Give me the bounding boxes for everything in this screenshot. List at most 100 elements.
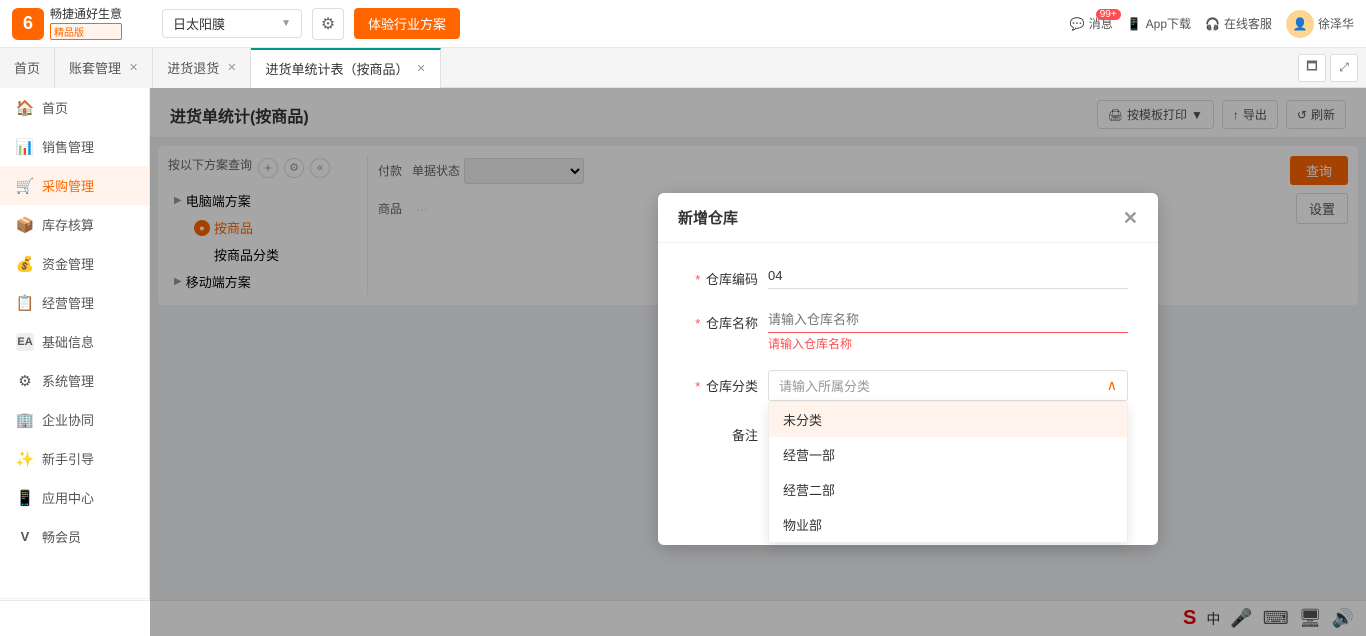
brand-badge: 精品版	[50, 23, 122, 40]
sidebar: 🏠 首页 📊 销售管理 🛒 采购管理 📦 库存核算 💰 资金管理 📋 经营管理 …	[0, 88, 150, 636]
sidebar-operation-label: 经营管理	[42, 293, 94, 312]
sidebar-item-basic-info[interactable]: EA 基础信息	[0, 322, 149, 361]
main-layout: 🏠 首页 📊 销售管理 🛒 采购管理 📦 库存核算 💰 资金管理 📋 经营管理 …	[0, 88, 1366, 636]
name-error-msg: 请输入仓库名称	[768, 335, 1128, 352]
dropdown-option-3[interactable]: 物业部	[769, 507, 1127, 542]
modal-title: 新增仓库	[678, 207, 738, 228]
app-download-button[interactable]: 📱 App下载	[1127, 15, 1191, 32]
code-label: * 仓库编码	[688, 263, 758, 288]
app-logo-icon: 6	[12, 8, 44, 40]
dropdown-option-0[interactable]: 未分类	[769, 402, 1127, 437]
user-name: 徐泽华	[1318, 15, 1354, 32]
category-label: * 仓库分类	[688, 370, 758, 395]
basic-info-icon: EA	[16, 333, 34, 351]
user-menu[interactable]: 👤 徐泽华	[1286, 10, 1354, 38]
tab-restore-button[interactable]: 🗖	[1298, 54, 1326, 82]
system-icon: ⚙	[16, 372, 34, 390]
trial-button[interactable]: 体验行业方案	[354, 8, 460, 39]
category-arrow-icon: ∧	[1107, 377, 1117, 394]
home-icon: 🏠	[16, 99, 34, 117]
guide-icon: ✨	[16, 450, 34, 468]
form-row-category: * 仓库分类 请输入所属分类 ∧ 未分类 经营一部 经营二部 物业部	[688, 370, 1128, 401]
app-center-icon: 📱	[16, 489, 34, 507]
tab-purchase-return[interactable]: 进货退货 ✕	[153, 48, 251, 88]
sidebar-guide-label: 新手引导	[42, 449, 94, 468]
store-name: 日太阳膜	[173, 14, 225, 33]
sidebar-sales-label: 销售管理	[42, 137, 94, 156]
sales-icon: 📊	[16, 138, 34, 156]
form-row-name: * 仓库名称 请输入仓库名称	[688, 307, 1128, 352]
sidebar-item-vip[interactable]: V 畅会员	[0, 517, 149, 556]
code-required-mark: *	[695, 272, 700, 287]
category-field-wrap: 请输入所属分类 ∧ 未分类 经营一部 经营二部 物业部	[768, 370, 1128, 401]
sidebar-finance-label: 资金管理	[42, 254, 94, 273]
category-required-mark: *	[695, 379, 700, 394]
tab-home[interactable]: 首页	[0, 48, 55, 88]
tab-account[interactable]: 账套管理 ✕	[55, 48, 153, 88]
enterprise-icon: 🏢	[16, 411, 34, 429]
notes-label: 备注	[688, 419, 758, 444]
sidebar-item-purchase[interactable]: 🛒 采购管理	[0, 166, 149, 205]
top-header: 6 畅捷通好生意 精品版 日太阳膜 ▼ ⚙ 体验行业方案 💬 消息 99+ 📱 …	[0, 0, 1366, 48]
name-label: * 仓库名称	[688, 307, 758, 332]
sidebar-app-center-label: 应用中心	[42, 488, 94, 507]
tab-purchase-return-close[interactable]: ✕	[227, 61, 236, 74]
tab-home-label: 首页	[14, 58, 40, 77]
sidebar-item-finance[interactable]: 💰 资金管理	[0, 244, 149, 283]
sidebar-system-label: 系统管理	[42, 371, 94, 390]
category-selector[interactable]: 请输入所属分类 ∧	[768, 370, 1128, 401]
message-button[interactable]: 💬 消息 99+	[1070, 15, 1113, 32]
app-download-icon: 📱	[1127, 17, 1142, 31]
logo-area: 6 畅捷通好生意 精品版	[12, 7, 162, 40]
code-field-wrap	[768, 263, 1128, 289]
sidebar-basic-info-label: 基础信息	[42, 332, 94, 351]
operation-icon: 📋	[16, 294, 34, 312]
tab-actions: 🗖 ⤢	[1298, 54, 1366, 82]
sidebar-inventory-label: 库存核算	[42, 215, 94, 234]
dropdown-option-2[interactable]: 经营二部	[769, 472, 1127, 507]
message-icon: 💬	[1070, 17, 1085, 31]
sidebar-item-sales[interactable]: 📊 销售管理	[0, 127, 149, 166]
sidebar-item-operation[interactable]: 📋 经营管理	[0, 283, 149, 322]
name-input[interactable]	[768, 307, 1128, 333]
tab-fullscreen-button[interactable]: ⤢	[1330, 54, 1358, 82]
sidebar-item-home[interactable]: 🏠 首页	[0, 88, 149, 127]
tab-bar: 首页 账套管理 ✕ 进货退货 ✕ 进货单统计表（按商品） ✕ 🗖 ⤢	[0, 48, 1366, 88]
modal-header: 新增仓库 ✕	[658, 193, 1158, 243]
app-download-label: App下载	[1146, 15, 1191, 32]
online-service-button[interactable]: 🎧 在线客服	[1205, 15, 1272, 32]
settings-button[interactable]: ⚙	[312, 8, 344, 40]
name-required-mark: *	[695, 316, 700, 331]
tab-purchase-stats[interactable]: 进货单统计表（按商品） ✕	[251, 48, 440, 88]
header-center: 日太阳膜 ▼ ⚙ 体验行业方案	[162, 8, 1070, 40]
purchase-icon: 🛒	[16, 177, 34, 195]
store-selector[interactable]: 日太阳膜 ▼	[162, 9, 302, 38]
headset-icon: 🎧	[1205, 17, 1220, 31]
modal-new-warehouse: 新增仓库 ✕ * 仓库编码 *	[658, 193, 1158, 545]
notification-badge: 99+	[1096, 9, 1121, 20]
modal-body: * 仓库编码 * 仓库名称 请输入仓库名称	[658, 243, 1158, 483]
sidebar-item-app-center[interactable]: 📱 应用中心	[0, 478, 149, 517]
inventory-icon: 📦	[16, 216, 34, 234]
code-input[interactable]	[768, 263, 1128, 289]
sidebar-vip-label: 畅会员	[42, 527, 81, 546]
sidebar-item-guide[interactable]: ✨ 新手引导	[0, 439, 149, 478]
dropdown-option-1[interactable]: 经营一部	[769, 437, 1127, 472]
brand-name: 畅捷通好生意	[50, 7, 122, 23]
tab-account-label: 账套管理	[69, 58, 121, 77]
online-service-label: 在线客服	[1224, 15, 1272, 32]
sidebar-item-inventory[interactable]: 📦 库存核算	[0, 205, 149, 244]
header-right: 💬 消息 99+ 📱 App下载 🎧 在线客服 👤 徐泽华	[1070, 10, 1354, 38]
sidebar-item-system[interactable]: ⚙ 系统管理	[0, 361, 149, 400]
name-field-wrap: 请输入仓库名称	[768, 307, 1128, 352]
tab-purchase-stats-close[interactable]: ✕	[417, 62, 426, 75]
sidebar-purchase-label: 采购管理	[42, 176, 94, 195]
tab-account-close[interactable]: ✕	[129, 61, 138, 74]
finance-icon: 💰	[16, 255, 34, 273]
form-row-code: * 仓库编码	[688, 263, 1128, 289]
sidebar-item-enterprise[interactable]: 🏢 企业协同	[0, 400, 149, 439]
modal-close-button[interactable]: ✕	[1123, 209, 1138, 227]
tab-purchase-return-label: 进货退货	[167, 58, 219, 77]
vip-icon: V	[16, 528, 34, 546]
sidebar-enterprise-label: 企业协同	[42, 410, 94, 429]
